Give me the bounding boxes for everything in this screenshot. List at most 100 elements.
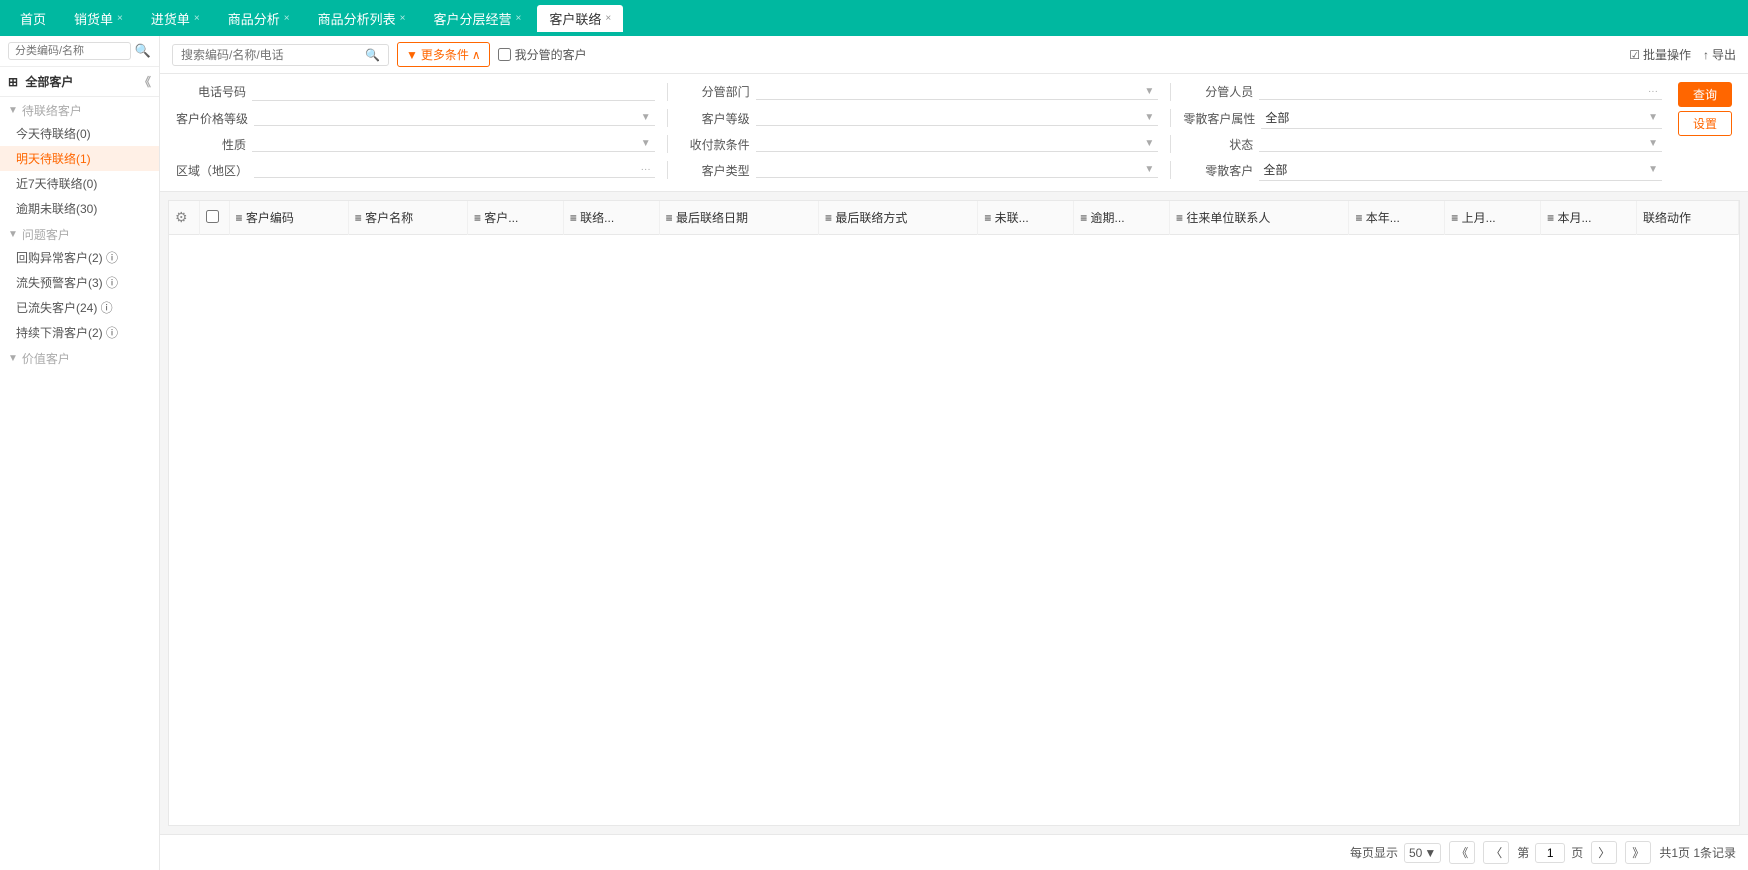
search-input[interactable] bbox=[181, 48, 361, 62]
nav-item-2[interactable]: 进货单× bbox=[139, 5, 212, 32]
sidebar-item-0-2[interactable]: 近7天待联络(0) bbox=[0, 171, 159, 196]
retail-customer-arrow: ▼ bbox=[1648, 164, 1658, 175]
filter-row-2: 客户价格等级 ▼ 客户等级 ▼ bbox=[176, 107, 1662, 129]
query-btn[interactable]: 查询 bbox=[1678, 82, 1732, 107]
first-page-btn[interactable]: 《 bbox=[1449, 841, 1475, 864]
batch-op-btn[interactable]: ☑ 批量操作 bbox=[1629, 46, 1691, 63]
table-th-code: ≡ 客户编码 bbox=[229, 201, 348, 235]
filter-dept: 分管部门 ▼ bbox=[680, 83, 1159, 100]
section-arrow-1: ▼ bbox=[8, 229, 18, 240]
table-th-contact-count: ≡ 联络... bbox=[563, 201, 659, 235]
checkbox-icon: ☑ bbox=[1629, 48, 1640, 62]
sidebar-item-1-0[interactable]: 回购异常客户(2) ⓘ bbox=[0, 245, 159, 270]
filter-action-btns: 查询 设置 bbox=[1678, 82, 1732, 187]
table-th-uncontacted: ≡ 未联... bbox=[978, 201, 1074, 235]
all-customers-label: ⊞ 全部客户 bbox=[8, 73, 73, 90]
filter-row-4: 区域（地区） ··· 客户类型 ▼ bbox=[176, 159, 1662, 181]
filter-retail-customer-select[interactable]: 全部 ▼ bbox=[1259, 159, 1662, 181]
filter-payment-select[interactable]: ▼ bbox=[756, 136, 1159, 152]
filter-customer-level-select[interactable]: ▼ bbox=[756, 110, 1159, 126]
filter-more-btn[interactable]: ▼ 更多条件 ∧ bbox=[397, 42, 490, 67]
region-dots: ··· bbox=[641, 164, 651, 175]
current-page-info: 第 页 bbox=[1517, 843, 1583, 863]
table-th-last-method: ≡ 最后联络方式 bbox=[819, 201, 978, 235]
section-label-0: 待联络客户 bbox=[22, 102, 82, 119]
filter-person-label: 分管人员 bbox=[1183, 83, 1253, 100]
filter-region: 区域（地区） ··· bbox=[176, 162, 655, 179]
nav-item-5[interactable]: 客户分层经营× bbox=[421, 5, 533, 32]
content-area: 🔍 ▼ 更多条件 ∧ 我分管的客户 ☑ 批量操作 ↑ 导出 bbox=[160, 36, 1748, 870]
search-box: 🔍 bbox=[172, 44, 389, 66]
filter-customer-type-label: 客户类型 bbox=[680, 162, 750, 179]
filter-retail-attr-select[interactable]: 全部 ▼ bbox=[1261, 107, 1662, 129]
prev-page-btn[interactable]: 〈 bbox=[1483, 841, 1509, 864]
filter-retail-attr: 零散客户属性 全部 ▼ bbox=[1183, 107, 1662, 129]
next-page-btn[interactable]: 〉 bbox=[1591, 841, 1617, 864]
table-header-row: ⚙ ≡ 客户编码 ≡ 客户名称 ≡ 客户... ≡ 联络... ≡ 最后联络日期… bbox=[169, 201, 1739, 235]
filter-row-1: 电话号码 分管部门 ▼ 分管人员 bbox=[176, 82, 1662, 101]
filter-region-label: 区域（地区） bbox=[176, 162, 248, 179]
sidebar-all-customers[interactable]: ⊞ 全部客户 《 bbox=[0, 67, 159, 97]
sidebar-section-title-0[interactable]: ▼ 待联络客户 bbox=[0, 97, 159, 121]
filter-nature-select[interactable]: ▼ bbox=[252, 136, 655, 152]
table-th-checkbox bbox=[199, 201, 229, 235]
export-btn[interactable]: ↑ 导出 bbox=[1703, 46, 1736, 63]
top-nav: 首页销货单×进货单×商品分析×商品分析列表×客户分层经营×客户联络× bbox=[0, 0, 1748, 36]
table-th-this-month: ≡ 本月... bbox=[1541, 201, 1637, 235]
my-customers-check[interactable] bbox=[498, 48, 511, 61]
filter-price-level: 客户价格等级 ▼ bbox=[176, 110, 655, 127]
sidebar-item-0-3[interactable]: 逾期未联络(30) bbox=[0, 196, 159, 221]
sidebar-item-0-0[interactable]: 今天待联络(0) bbox=[0, 121, 159, 146]
export-icon: ↑ bbox=[1703, 48, 1709, 62]
filter-phone: 电话号码 bbox=[176, 82, 655, 101]
nav-close-4[interactable]: × bbox=[400, 13, 406, 24]
settings-btn[interactable]: 设置 bbox=[1678, 111, 1732, 136]
sidebar-search-input[interactable] bbox=[8, 42, 131, 60]
table-gear-icon[interactable]: ⚙ bbox=[175, 209, 188, 225]
table-th-gear: ⚙ bbox=[169, 201, 199, 235]
page-size-select[interactable]: 50 ▼ bbox=[1404, 843, 1441, 863]
page-info: 每页显示 50 ▼ bbox=[1350, 843, 1441, 863]
payment-arrow: ▼ bbox=[1144, 138, 1154, 149]
sidebar-item-1-3[interactable]: 持续下滑客户(2) ⓘ bbox=[0, 320, 159, 345]
nav-close-6[interactable]: × bbox=[605, 13, 611, 24]
filter-region-select[interactable]: ··· bbox=[254, 162, 655, 178]
nav-close-5[interactable]: × bbox=[515, 13, 521, 24]
sidebar-section-title-1[interactable]: ▼问题客户 bbox=[0, 221, 159, 245]
filter-dept-select[interactable]: ▼ bbox=[756, 84, 1159, 100]
filter-status-select[interactable]: ▼ bbox=[1259, 136, 1662, 152]
filter-phone-input[interactable] bbox=[252, 82, 655, 101]
sidebar-section-title-2[interactable]: ▼价值客户 bbox=[0, 345, 159, 369]
customer-type-arrow: ▼ bbox=[1144, 164, 1154, 175]
section-arrow-0: ▼ bbox=[8, 105, 18, 116]
sidebar-item-1-1[interactable]: 流失预警客户(3) ⓘ bbox=[0, 270, 159, 295]
filter-customer-level: 客户等级 ▼ bbox=[680, 110, 1159, 127]
sidebar-search-area: 🔍 bbox=[0, 36, 159, 67]
filter-price-level-select[interactable]: ▼ bbox=[254, 110, 655, 126]
sidebar-collapse-icon[interactable]: 《 bbox=[139, 73, 151, 90]
nav-close-2[interactable]: × bbox=[194, 13, 200, 24]
nav-item-0[interactable]: 首页 bbox=[8, 5, 58, 32]
page-input[interactable] bbox=[1535, 843, 1565, 863]
table-select-all[interactable] bbox=[206, 210, 219, 223]
filter-price-level-label: 客户价格等级 bbox=[176, 110, 248, 127]
filter-person-select[interactable]: ··· bbox=[1259, 84, 1662, 100]
nav-close-1[interactable]: × bbox=[117, 13, 123, 24]
my-customers-checkbox[interactable]: 我分管的客户 bbox=[498, 46, 587, 63]
search-icon[interactable]: 🔍 bbox=[365, 48, 380, 62]
nav-item-6[interactable]: 客户联络× bbox=[537, 5, 623, 32]
nav-close-3[interactable]: × bbox=[284, 13, 290, 24]
customer-level-arrow: ▼ bbox=[1144, 112, 1154, 123]
page-size-arrow: ▼ bbox=[1424, 846, 1436, 860]
nav-item-4[interactable]: 商品分析列表× bbox=[306, 5, 418, 32]
filter-customer-type-select[interactable]: ▼ bbox=[756, 162, 1159, 178]
filter-payment: 收付款条件 ▼ bbox=[680, 136, 1159, 153]
sidebar-item-1-2[interactable]: 已流失客户(24) ⓘ bbox=[0, 295, 159, 320]
sidebar-search-icon[interactable]: 🔍 bbox=[135, 43, 151, 59]
last-page-btn[interactable]: 》 bbox=[1625, 841, 1651, 864]
sidebar-item-0-1[interactable]: 明天待联络(1) bbox=[0, 146, 159, 171]
nav-item-3[interactable]: 商品分析× bbox=[216, 5, 302, 32]
nav-item-1[interactable]: 销货单× bbox=[62, 5, 135, 32]
table-th-type: ≡ 客户... bbox=[467, 201, 563, 235]
filter-nature: 性质 ▼ bbox=[176, 136, 655, 153]
